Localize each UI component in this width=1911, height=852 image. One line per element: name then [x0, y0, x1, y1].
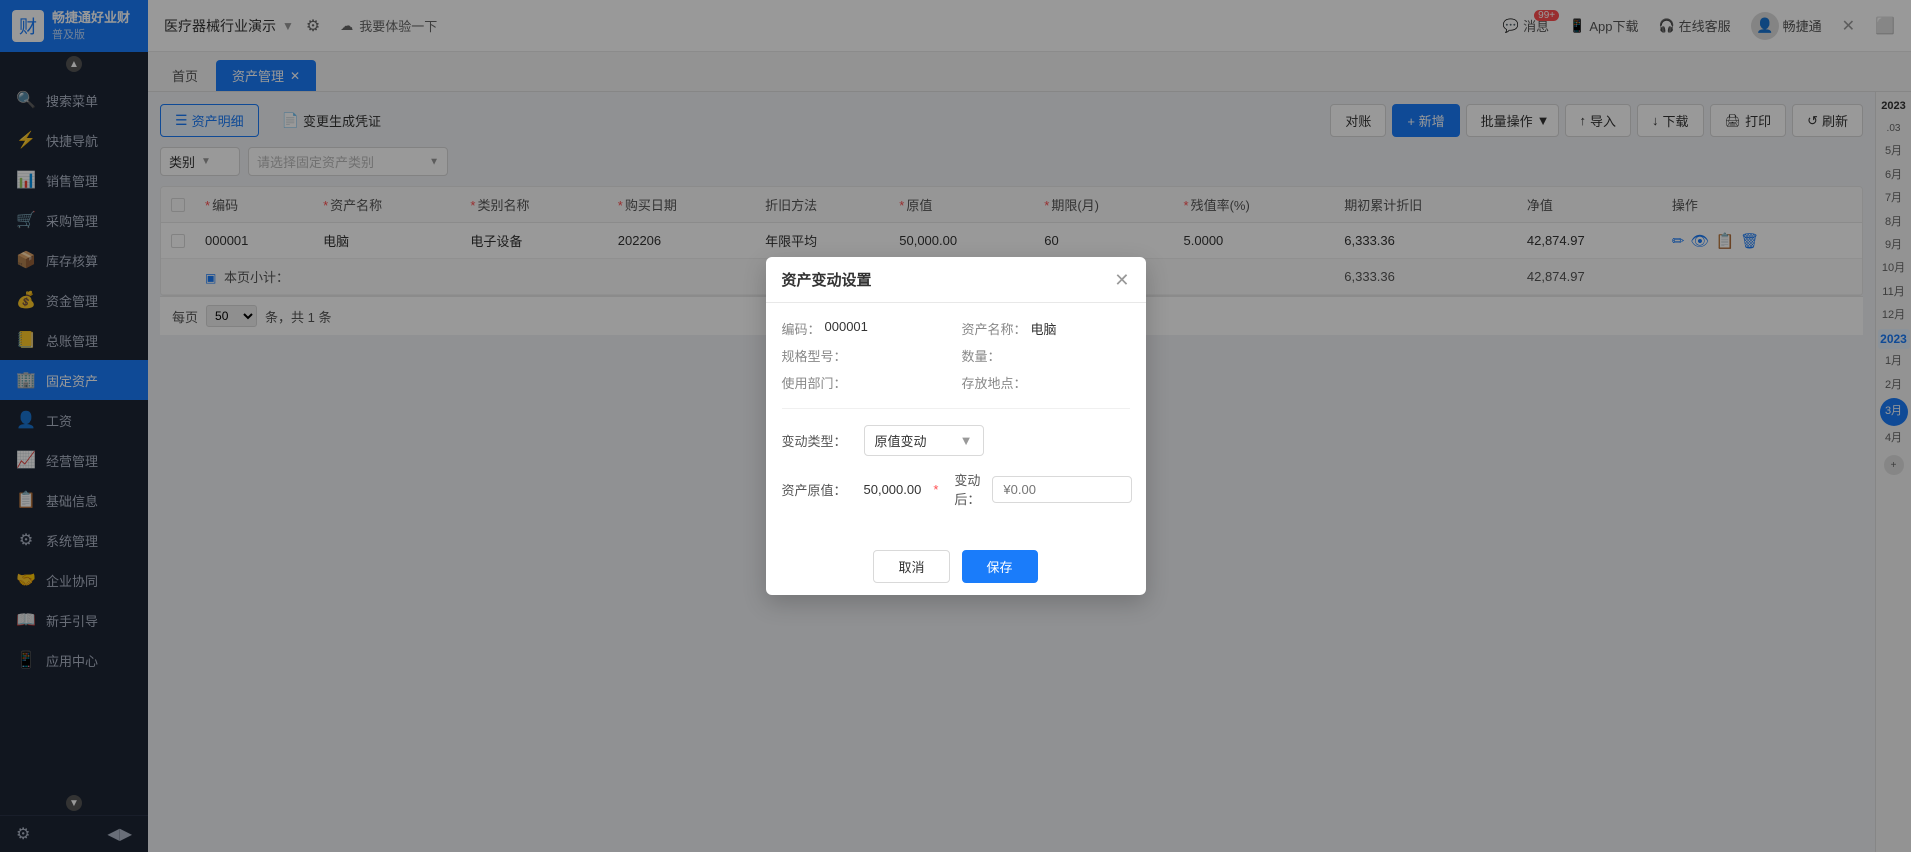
asset-value-label: 资产原值：	[782, 480, 852, 499]
change-type-dropdown-icon: ▼	[960, 433, 973, 448]
modal-code-item: 编码： 000001	[782, 319, 950, 338]
modal-header: 资产变动设置 ✕	[766, 257, 1146, 303]
modal-body: 编码： 000001 资产名称： 电脑 规格型号： 数量： 使用部门：	[766, 303, 1146, 538]
modal-value-row: 资产原值： 50,000.00 * 变动后：	[782, 470, 1130, 508]
after-label: 变动后：	[954, 470, 980, 508]
after-value-input[interactable]	[992, 476, 1132, 503]
modal-info-grid: 编码： 000001 资产名称： 电脑 规格型号： 数量： 使用部门：	[782, 319, 1130, 409]
modal-close-button[interactable]: ✕	[1114, 271, 1129, 289]
modal-dept-item: 使用部门：	[782, 373, 950, 392]
cancel-button[interactable]: 取消	[873, 550, 949, 583]
modal-spec-item: 规格型号：	[782, 346, 950, 365]
modal-name-value: 电脑	[1031, 319, 1057, 338]
modal-change-type-row: 变动类型： 原值变动 ▼	[782, 425, 1130, 456]
required-star: *	[933, 482, 938, 497]
change-type-label: 变动类型：	[782, 431, 852, 450]
modal-quantity-item: 数量：	[962, 346, 1130, 365]
change-type-select[interactable]: 原值变动 ▼	[864, 425, 984, 456]
modal-code-value: 000001	[825, 319, 868, 338]
save-button[interactable]: 保存	[962, 550, 1038, 583]
modal-location-item: 存放地点：	[962, 373, 1130, 392]
modal-footer: 取消 保存	[766, 538, 1146, 595]
asset-original-value: 50,000.00	[864, 482, 922, 497]
asset-change-modal: 资产变动设置 ✕ 编码： 000001 资产名称： 电脑 规格型号： 数量：	[766, 257, 1146, 595]
modal-overlay: 资产变动设置 ✕ 编码： 000001 资产名称： 电脑 规格型号： 数量：	[0, 0, 1911, 852]
modal-title: 资产变动设置	[782, 269, 872, 290]
modal-name-item: 资产名称： 电脑	[962, 319, 1130, 338]
